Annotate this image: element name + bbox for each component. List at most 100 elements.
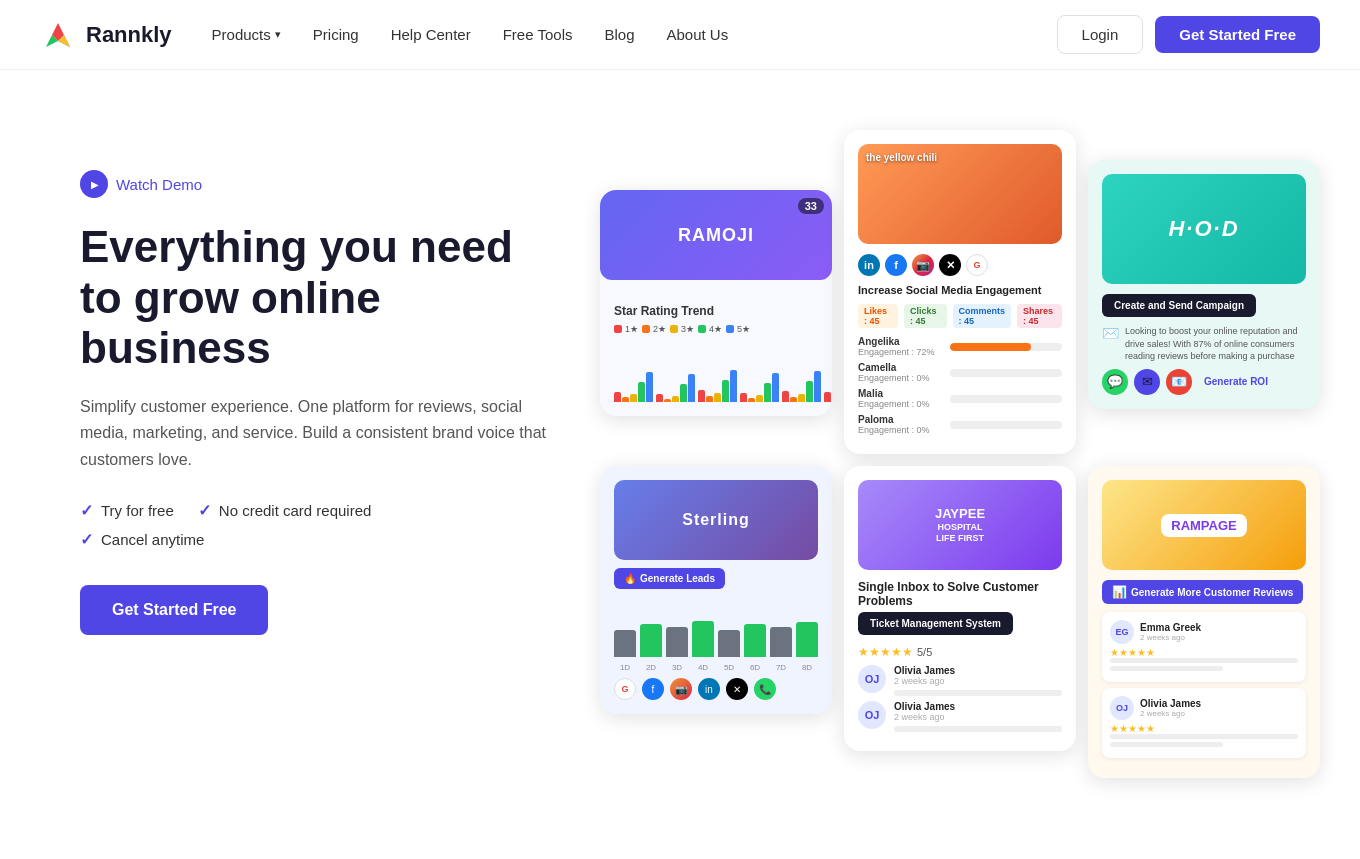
chart-icon: 📊	[1112, 585, 1127, 599]
legend-dot	[670, 325, 678, 333]
hero-cta-button[interactable]: Get Started Free	[80, 585, 268, 635]
legend-2star: 2★	[642, 324, 666, 334]
engagement-bar	[950, 369, 1062, 377]
person-name: Angelika	[858, 336, 935, 347]
bar	[714, 393, 721, 402]
bar	[748, 398, 755, 402]
bar	[688, 374, 695, 402]
bar-group	[782, 371, 821, 402]
review-text-line	[894, 726, 1062, 732]
bar-group	[698, 370, 737, 402]
card-body: H·O·D Create and Send Campaign ✉️ Lookin…	[1088, 160, 1320, 409]
leads-bar-chart	[614, 597, 818, 657]
bar-group	[614, 372, 653, 402]
bar	[764, 383, 771, 402]
reviewer-row: OJ Olivia James 2 weeks ago	[858, 665, 1062, 696]
check-icon: ✓	[198, 501, 211, 520]
rc-name: Emma Greek	[1140, 622, 1201, 633]
leads-bar	[692, 621, 714, 657]
card-badge: 33	[798, 198, 824, 214]
bar	[806, 381, 813, 402]
clicks-badge: Clicks : 45	[904, 304, 947, 328]
leads-bar	[666, 627, 688, 657]
mail-icon: 📧	[1166, 369, 1192, 395]
reviews-card: RAMPAGE 📊 Generate More Customer Reviews…	[1088, 466, 1320, 778]
leads-bar	[796, 622, 818, 657]
leads-bar	[640, 624, 662, 657]
linkedin-icon: in	[698, 678, 720, 700]
bar	[814, 371, 821, 402]
reviewer-avatar: OJ	[858, 665, 886, 693]
campaign-card: H·O·D Create and Send Campaign ✉️ Lookin…	[1088, 160, 1320, 409]
nav-help-center[interactable]: Help Center	[391, 26, 471, 43]
nav-products[interactable]: Products ▾	[212, 26, 281, 43]
rc-text-line-short	[1110, 666, 1223, 671]
engagement-title: Increase Social Media Engagement	[858, 284, 1062, 296]
legend-dot	[726, 325, 734, 333]
reviewer-info: Olivia James 2 weeks ago	[894, 701, 1062, 732]
rating-row: ★★★★★ 5/5	[858, 645, 1062, 659]
bar-chart	[614, 342, 818, 402]
leads-top-image: Sterling	[614, 480, 818, 560]
reviewer-row: OJ Olivia James 2 weeks ago	[858, 701, 1062, 732]
get-started-button[interactable]: Get Started Free	[1155, 16, 1320, 53]
ticket-reviewers: OJ Olivia James 2 weeks ago OJ Olivia Ja…	[858, 665, 1062, 732]
rc-time: 2 weeks ago	[1140, 633, 1201, 642]
generate-reviews-button: 📊 Generate More Customer Reviews	[1102, 580, 1303, 604]
watch-demo-button[interactable]: Watch Demo	[80, 170, 560, 198]
person-row: Paloma Engagement : 0%	[858, 414, 1062, 435]
ticket-card: JAYPEE HOSPITAL LIFE FIRST Single Inbox …	[844, 466, 1076, 751]
bar	[782, 391, 789, 402]
review-card: OJ Olivia James 2 weeks ago ★★★★★	[1102, 688, 1306, 758]
nav-free-tools[interactable]: Free Tools	[503, 26, 573, 43]
check-cancel: ✓ Cancel anytime	[80, 530, 204, 549]
check-icon: ✓	[80, 501, 93, 520]
x-label: 3D	[666, 663, 688, 672]
bar	[614, 392, 621, 402]
campaign-top-image: H·O·D	[1102, 174, 1306, 284]
fire-icon: 🔥	[624, 573, 636, 584]
hero-checks: ✓ Try for free ✓ No credit card required…	[80, 501, 560, 549]
person-sub: Engagement : 0%	[858, 373, 930, 383]
logo[interactable]: Rannkly	[40, 17, 172, 53]
legend-4star: 4★	[698, 324, 722, 334]
rating-legend: 1★ 2★ 3★ 4★	[614, 324, 818, 334]
shares-badge: Shares : 45	[1017, 304, 1062, 328]
person-info: Camella Engagement : 0%	[858, 362, 930, 383]
reviewer-info: Olivia James 2 weeks ago	[894, 665, 1062, 696]
engagement-bar-fill	[950, 343, 1031, 351]
reviews-list: EG Emma Greek 2 weeks ago ★★★★★ OJ Olivi…	[1102, 612, 1306, 758]
whatsapp-icon: 📞	[754, 678, 776, 700]
bar	[772, 373, 779, 402]
nav-left: Rannkly Products ▾ Pricing Help Center F…	[40, 17, 728, 53]
sterling-brand: Sterling	[682, 511, 750, 529]
nav-blog[interactable]: Blog	[604, 26, 634, 43]
login-button[interactable]: Login	[1057, 15, 1144, 54]
bar	[722, 380, 729, 402]
bar	[730, 370, 737, 402]
reviewer-name: Olivia James	[894, 665, 1062, 676]
review-card: EG Emma Greek 2 weeks ago ★★★★★	[1102, 612, 1306, 682]
rampage-brand: RAMPAGE	[1161, 514, 1246, 537]
bar	[656, 394, 663, 402]
leads-bar	[744, 624, 766, 657]
nav-pricing[interactable]: Pricing	[313, 26, 359, 43]
restaurant-name: the yellow chili	[866, 152, 937, 163]
x-label: 4D	[692, 663, 714, 672]
instagram-icon: 📷	[670, 678, 692, 700]
engagement-metrics: Likes : 45 Clicks : 45 Comments : 45 Sha…	[858, 304, 1062, 328]
review-text-line	[894, 690, 1062, 696]
person-name: Camella	[858, 362, 930, 373]
bar	[698, 390, 705, 402]
person-row: Angelika Engagement : 72%	[858, 336, 1062, 357]
x-icon: ✕	[939, 254, 961, 276]
brand-name: Rannkly	[86, 22, 172, 48]
x-label: 8D	[796, 663, 818, 672]
bar	[630, 394, 637, 402]
hod-brand: H·O·D	[1168, 216, 1239, 242]
google-icon: G	[614, 678, 636, 700]
x-label: 2D	[640, 663, 662, 672]
whatsapp-icon: 💬	[1102, 369, 1128, 395]
nav-about-us[interactable]: About Us	[667, 26, 729, 43]
hero-right: RAMOJI 33 Star Rating Trend 1★ 2★	[600, 130, 1320, 778]
